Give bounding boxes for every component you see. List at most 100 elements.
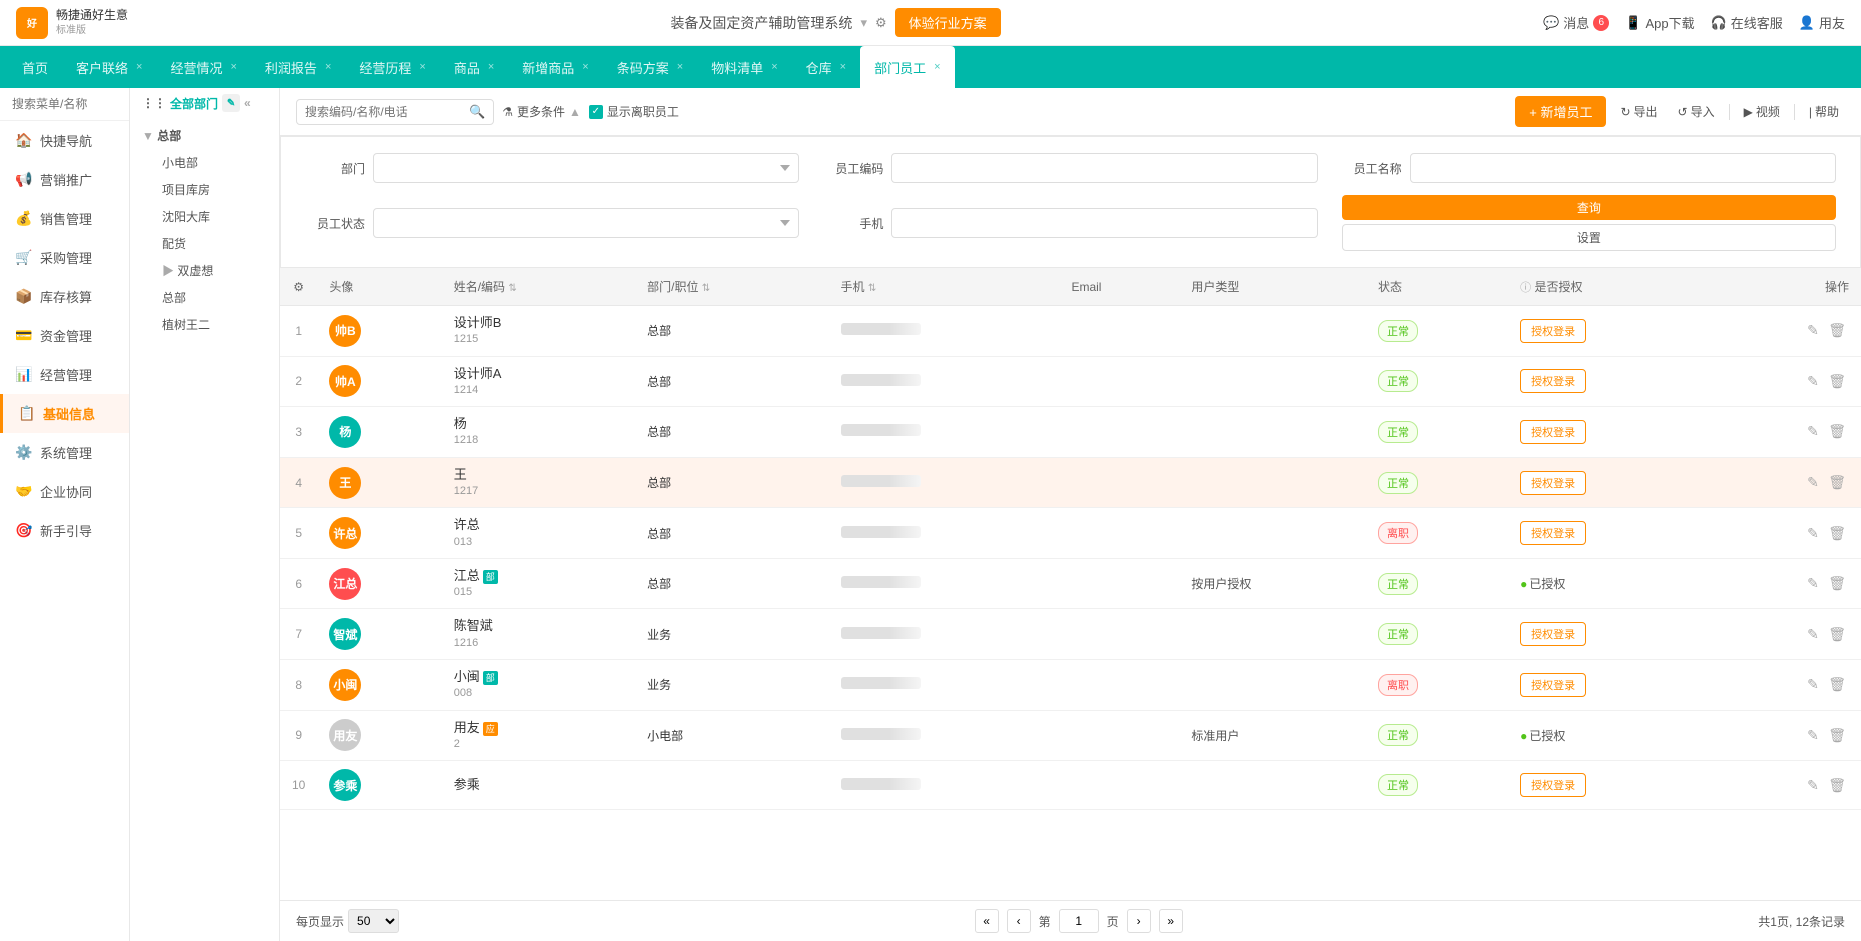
add-employee-btn[interactable]: + 新增员工 [1515,96,1606,127]
th-phone[interactable]: 手机 ⇅ [829,268,1060,306]
status-select[interactable] [373,208,799,238]
query-btn[interactable]: 查询 [1342,195,1836,220]
tab-customer[interactable]: 客户联络 × [62,46,156,88]
tab-warehouse[interactable]: 仓库 × [792,46,860,88]
tab-profit[interactable]: 利润报告 × [251,46,345,88]
dept-select[interactable] [373,153,799,183]
close-icon[interactable]: × [934,61,940,73]
edit-btn[interactable]: ✎ [1807,525,1819,541]
auth-login-btn[interactable]: 授权登录 [1520,319,1586,343]
edit-btn[interactable]: ✎ [1807,727,1819,743]
sidebar-item-purchase[interactable]: 🛒 采购管理 [0,238,129,277]
auth-login-btn[interactable]: 授权登录 [1520,622,1586,646]
sidebar-item-management[interactable]: 📊 经营管理 [0,355,129,394]
edit-btn[interactable]: ✎ [1807,423,1819,439]
sidebar-item-finance[interactable]: 💳 资金管理 [0,316,129,355]
delete-btn[interactable]: 🗑 [1828,676,1846,692]
emp-code-input[interactable] [891,153,1317,183]
sort-name-icon[interactable]: ⇅ [508,283,516,294]
tab-dept-employee[interactable]: 部门员工 × [860,46,954,88]
tab-home[interactable]: 首页 [8,46,62,88]
delete-btn[interactable]: 🗑 [1828,626,1846,642]
sidebar-item-marketing[interactable]: 📢 营销推广 [0,160,129,199]
tab-goods[interactable]: 商品 × [440,46,508,88]
delete-btn[interactable]: 🗑 [1828,575,1846,591]
gear-icon[interactable]: ⚙ [875,15,887,31]
edit-btn[interactable]: ✎ [1807,322,1819,338]
auth-login-btn[interactable]: 授权登录 [1520,673,1586,697]
last-page-btn[interactable]: » [1159,909,1183,933]
delete-btn[interactable]: 🗑 [1828,727,1846,743]
auth-login-btn[interactable]: 授权登录 [1520,420,1586,444]
auth-login-btn[interactable]: 授权登录 [1520,471,1586,495]
dept-item-project[interactable]: 项目库房 [142,176,279,203]
user-btn[interactable]: 👤 用友 [1799,13,1845,32]
try-btn[interactable]: 体验行业方案 [895,8,1001,37]
th-settings[interactable]: ⚙ [280,268,317,306]
close-icon[interactable]: × [419,61,425,73]
first-page-btn[interactable]: « [975,909,999,933]
delete-btn[interactable]: 🗑 [1828,373,1846,389]
close-icon[interactable]: × [230,61,236,73]
show-resigned-toggle[interactable]: ✓ 显示离职员工 [589,103,679,120]
th-dept[interactable]: 部门/职位 ⇅ [635,268,828,306]
close-icon[interactable]: × [840,61,846,73]
th-name[interactable]: 姓名/编码 ⇅ [442,268,635,306]
edit-btn[interactable]: ✎ [1807,626,1819,642]
view-btn[interactable]: ▶ 视频 [1738,99,1786,124]
dropdown-arrow-icon[interactable]: ▾ [860,15,867,31]
dept-collapse-btn[interactable]: « [244,96,251,110]
message-btn[interactable]: 💬 消息 6 [1543,13,1609,32]
auth-login-btn[interactable]: 授权登录 [1520,521,1586,545]
edit-btn[interactable]: ✎ [1807,777,1819,793]
search-btn-icon[interactable]: 🔍 [469,104,485,120]
emp-name-input[interactable] [1410,153,1836,183]
sidebar-item-guide[interactable]: 🎯 新手引导 [0,511,129,550]
tab-barcode[interactable]: 条码方案 × [603,46,697,88]
delete-btn[interactable]: 🗑 [1828,322,1846,338]
edit-btn[interactable]: ✎ [1807,373,1819,389]
sidebar-item-inventory[interactable]: 📦 库存核算 [0,277,129,316]
delete-btn[interactable]: 🗑 [1828,423,1846,439]
edit-btn[interactable]: ✎ [1807,575,1819,591]
auth-login-btn[interactable]: 授权登录 [1520,369,1586,393]
more-filter-btn[interactable]: ⚗ 更多条件 ▲ [502,103,581,120]
export-btn[interactable]: ↻ 导出 [1614,99,1663,124]
tab-journey[interactable]: 经营历程 × [345,46,439,88]
dept-item-zongbu[interactable]: 总部 [142,284,279,311]
page-input[interactable] [1059,909,1099,933]
search-menu-input[interactable] [12,97,130,111]
sidebar-item-system[interactable]: ⚙️ 系统管理 [0,433,129,472]
close-icon[interactable]: × [136,61,142,73]
sort-dept-icon[interactable]: ⇅ [702,283,710,294]
app-download-btn[interactable]: 📱 App下载 [1625,13,1694,32]
sort-phone-icon[interactable]: ⇅ [868,283,876,294]
delete-btn[interactable]: 🗑 [1828,474,1846,490]
close-icon[interactable]: × [771,61,777,73]
close-icon[interactable]: × [325,61,331,73]
close-icon[interactable]: × [582,61,588,73]
auth-login-btn[interactable]: 授权登录 [1520,773,1586,797]
next-page-btn[interactable]: › [1127,909,1151,933]
per-page-select[interactable]: 50 100 [348,909,399,933]
close-icon[interactable]: × [677,61,683,73]
dept-edit-btn[interactable]: ✎ [222,94,240,112]
sidebar-item-quicknav[interactable]: 🏠 快捷导航 [0,121,129,160]
edit-btn[interactable]: ✎ [1807,474,1819,490]
dept-item-zhishu[interactable]: 植树王二 [142,311,279,338]
dept-item-shenyang[interactable]: 沈阳大库 [142,203,279,230]
phone-input[interactable] [891,208,1317,238]
help-btn[interactable]: | 帮助 [1803,99,1845,124]
tab-operation[interactable]: 经营情况 × [156,46,250,88]
edit-btn[interactable]: ✎ [1807,676,1819,692]
all-dept-header[interactable]: ⋮⋮ 全部部门 ✎ « [130,88,279,118]
delete-btn[interactable]: 🗑 [1828,777,1846,793]
prev-page-btn[interactable]: ‹ [1007,909,1031,933]
dept-item-xiaodian[interactable]: 小电部 [142,149,279,176]
dept-item-distribution[interactable]: 配货 [142,230,279,257]
reset-btn[interactable]: 设置 [1342,224,1836,251]
sidebar-item-basic[interactable]: 📋 基础信息 [0,394,129,433]
delete-btn[interactable]: 🗑 [1828,525,1846,541]
tab-new-goods[interactable]: 新增商品 × [508,46,602,88]
tab-bom[interactable]: 物料清单 × [697,46,791,88]
